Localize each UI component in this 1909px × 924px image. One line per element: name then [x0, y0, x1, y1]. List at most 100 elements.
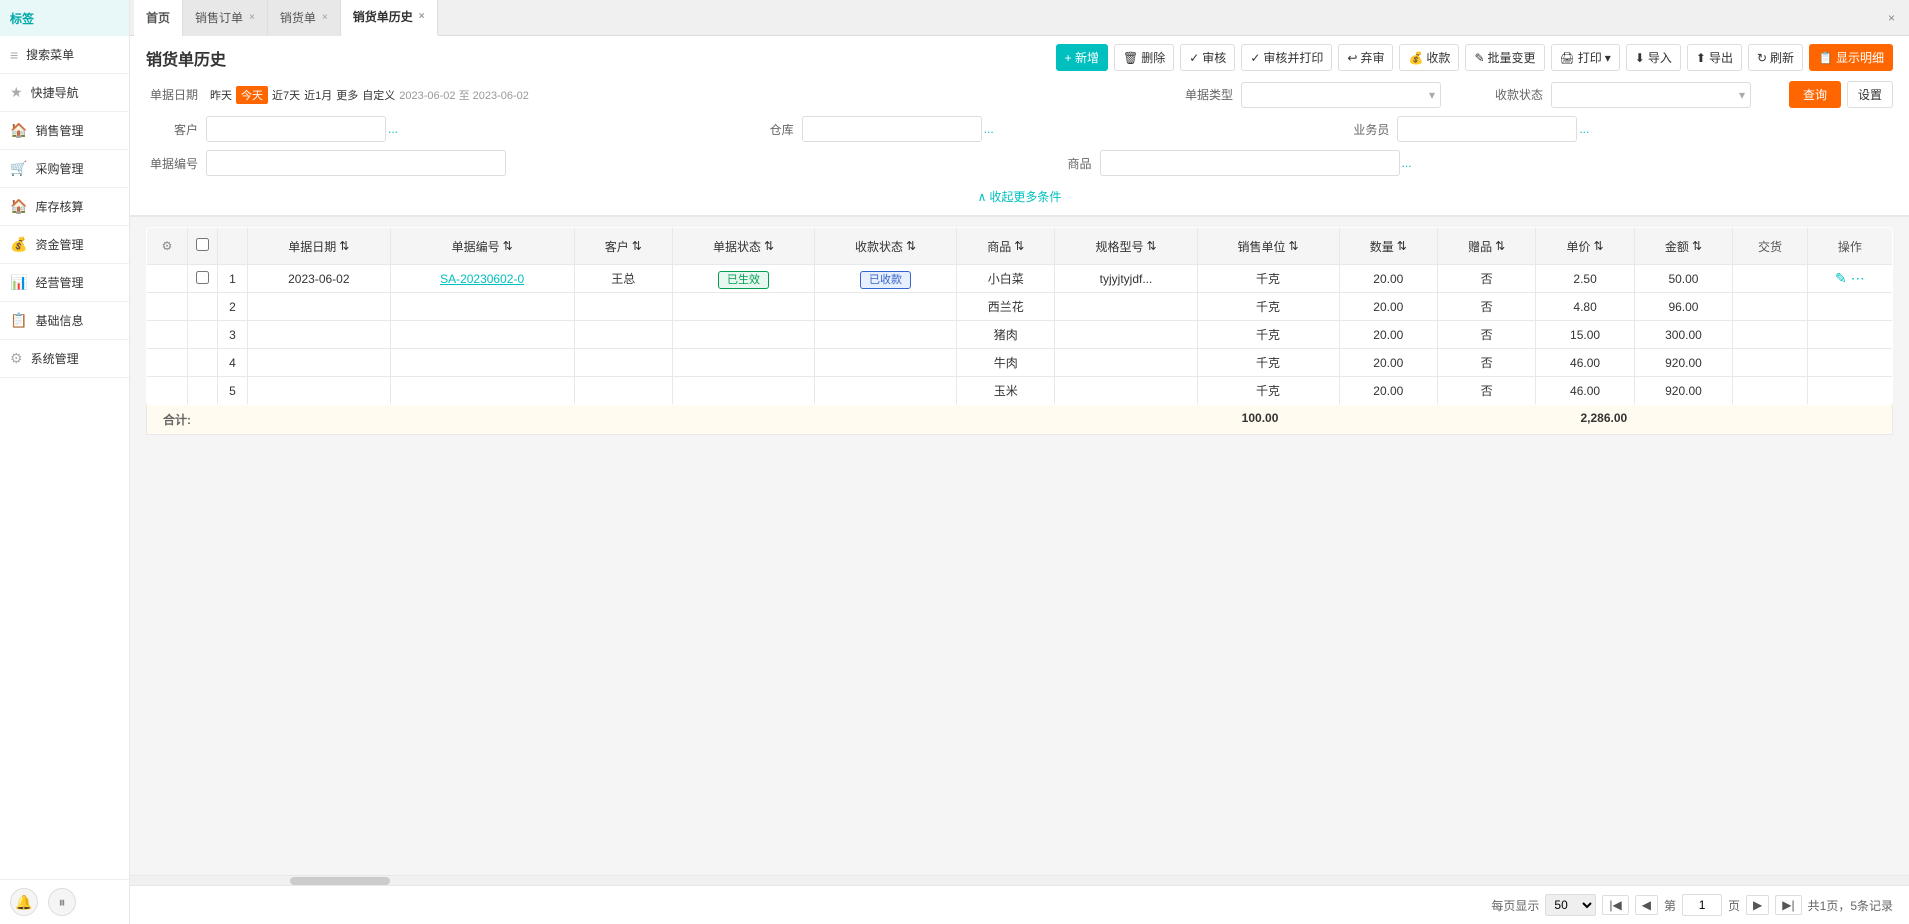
payment-status-select[interactable] — [1551, 82, 1751, 108]
import-button[interactable]: ⬇ 导入 — [1626, 44, 1681, 71]
warehouse-ellipsis[interactable]: ... — [984, 122, 994, 136]
sidebar-item-sales-mgmt[interactable]: 🏠 销售管理 — [0, 112, 129, 150]
next-page-button[interactable]: ▶ — [1746, 895, 1769, 915]
close-sales-history-icon[interactable]: × — [419, 11, 425, 22]
sort-doc-status[interactable]: 单据状态 ⇅ — [681, 238, 806, 255]
doc-type-select[interactable] — [1241, 82, 1441, 108]
audit-button[interactable]: ✓ 审核 — [1180, 44, 1235, 71]
data-table: ⚙ 单据日期 ⇅ 单据编号 ⇅ — [146, 227, 1893, 405]
close-all-tabs-button[interactable]: × — [1878, 9, 1905, 27]
th-actions: 操作 — [1807, 228, 1892, 265]
delete-button[interactable]: 🗑 删除 — [1114, 44, 1174, 71]
filter-product-group: 商品 ... — [1040, 150, 1894, 176]
customer-input[interactable] — [206, 116, 386, 142]
sort-unit[interactable]: 销售单位 ⇅ — [1206, 238, 1331, 255]
receive-button[interactable]: 💰 收款 — [1399, 44, 1459, 71]
sidebar-item-inventory[interactable]: 🏠 库存核算 — [0, 188, 129, 226]
sidebar-item-sys-mgmt[interactable]: ⚙ 系统管理 — [0, 340, 129, 378]
sort-amount[interactable]: 金额 ⇅ — [1643, 238, 1724, 255]
add-button[interactable]: + 新增 — [1056, 44, 1108, 71]
table-cell — [188, 321, 218, 349]
export-button[interactable]: ⬆ 导出 — [1687, 44, 1742, 71]
sort-qty[interactable]: 数量 ⇅ — [1348, 238, 1429, 255]
prev-page-button[interactable]: ◀ — [1635, 895, 1658, 915]
sidebar-item-quick-nav[interactable]: ★ 快捷导航 — [0, 74, 129, 112]
th-doc-no: 单据编号 ⇅ — [390, 228, 574, 265]
shortcut-custom[interactable]: 自定义 — [362, 87, 395, 103]
sort-customer[interactable]: 客户 ⇅ — [583, 238, 664, 255]
page-size-select[interactable]: 50 100 200 — [1545, 894, 1596, 916]
close-sales-order-icon[interactable]: × — [249, 12, 255, 23]
product-ellipsis[interactable]: ... — [1402, 156, 1412, 170]
select-all-checkbox[interactable] — [196, 238, 209, 251]
notification-btn[interactable]: 🔔 — [10, 888, 38, 916]
th-customer: 客户 ⇅ — [574, 228, 672, 265]
refresh-button[interactable]: ↻ 刷新 — [1748, 44, 1803, 71]
more-icon[interactable]: ⋯ — [1851, 270, 1865, 287]
tab-sales-history[interactable]: 销货单历史 × — [341, 0, 438, 36]
tab-home[interactable]: 首页 — [134, 0, 183, 36]
tab-sales-delivery[interactable]: 销货单 × — [268, 0, 341, 36]
close-sales-delivery-icon[interactable]: × — [322, 12, 328, 23]
table-cell: 20.00 — [1339, 377, 1437, 405]
sort-gift[interactable]: 赠品 ⇅ — [1446, 238, 1527, 255]
settings-button[interactable]: 设置 — [1847, 81, 1893, 108]
docno-input[interactable] — [206, 150, 506, 176]
shortcut-more[interactable]: 更多 — [336, 87, 358, 103]
customer-ellipsis[interactable]: ... — [388, 122, 398, 136]
sidebar-item-basic-info[interactable]: 📋 基础信息 — [0, 302, 129, 340]
audit-print-button[interactable]: ✓ 审核并打印 — [1241, 44, 1332, 71]
th-unit-price: 单价 ⇅ — [1536, 228, 1634, 265]
shortcut-today[interactable]: 今天 — [236, 86, 268, 104]
sidebar-item-search-menu[interactable]: ≡ 搜索菜单 — [0, 36, 129, 74]
show-detail-button[interactable]: 📋 显示明细 — [1809, 44, 1893, 71]
search-menu-icon: ≡ — [10, 47, 18, 63]
table-settings-icon[interactable]: ⚙ — [155, 234, 179, 258]
table-cell: 千克 — [1197, 293, 1339, 321]
footer-total-amount: 2,286.00 — [1527, 411, 1627, 428]
batch-change-button[interactable]: ✎ 批量变更 — [1465, 44, 1544, 71]
table-cell: 2023-06-02 — [248, 265, 391, 293]
row-checkbox[interactable] — [196, 271, 209, 284]
horizontal-scrollbar[interactable] — [130, 875, 1909, 885]
page-number-input[interactable] — [1682, 894, 1722, 916]
sort-unit-price[interactable]: 单价 ⇅ — [1544, 238, 1625, 255]
th-transaction: 交货 — [1733, 228, 1808, 265]
sort-spec[interactable]: 规格型号 ⇅ — [1063, 238, 1188, 255]
last-page-button[interactable]: ▶| — [1775, 895, 1801, 915]
sort-doc-no[interactable]: 单据编号 ⇅ — [399, 238, 566, 255]
sort-product[interactable]: 商品 ⇅ — [965, 238, 1046, 255]
shortcut-7days[interactable]: 近7天 — [272, 87, 300, 103]
sidebar-item-operations[interactable]: 📊 经营管理 — [0, 264, 129, 302]
shortcut-1month[interactable]: 近1月 — [304, 87, 332, 103]
first-page-button[interactable]: |◀ — [1602, 895, 1628, 915]
sort-doc-date[interactable]: 单据日期 ⇅ — [256, 238, 382, 255]
edit-icon[interactable]: ✎ — [1835, 270, 1847, 287]
scrollbar-thumb[interactable] — [290, 877, 390, 885]
salesperson-ellipsis[interactable]: ... — [1579, 122, 1589, 136]
doc-no-link[interactable]: SA-20230602-0 — [440, 272, 524, 286]
sidebar-item-purchase-mgmt[interactable]: 🛒 采购管理 — [0, 150, 129, 188]
table-cell: 4.80 — [1536, 293, 1634, 321]
table-cell — [1733, 349, 1808, 377]
more-conditions-btn[interactable]: ∧ 收起更多条件 — [960, 188, 1080, 205]
print-button[interactable]: 🖨 打印 ▾ — [1551, 44, 1620, 71]
doc-date-label: 单据日期 — [146, 86, 206, 103]
shortcut-yesterday[interactable]: 昨天 — [210, 87, 232, 103]
product-input[interactable] — [1100, 150, 1400, 176]
payment-status-select-wrap — [1551, 82, 1751, 108]
query-button[interactable]: 查询 — [1789, 81, 1841, 108]
sort-payment-status[interactable]: 收款状态 ⇅ — [823, 238, 948, 255]
th-qty: 数量 ⇅ — [1339, 228, 1437, 265]
abandon-button[interactable]: ↩ 弃审 — [1338, 44, 1393, 71]
footer-values: 100.00 2,286.00 — [203, 411, 1876, 428]
salesperson-input[interactable] — [1397, 116, 1577, 142]
tab-sales-order[interactable]: 销售订单 × — [183, 0, 268, 36]
pause-btn[interactable]: ⏸ — [48, 888, 76, 916]
more-conditions-area: ∧ 收起更多条件 — [146, 184, 1893, 205]
table-cell — [1807, 321, 1892, 349]
sidebar-item-finance[interactable]: 💰 资金管理 — [0, 226, 129, 264]
table-cell: 西兰花 — [957, 293, 1055, 321]
table-cell: 46.00 — [1536, 377, 1634, 405]
warehouse-input[interactable] — [802, 116, 982, 142]
